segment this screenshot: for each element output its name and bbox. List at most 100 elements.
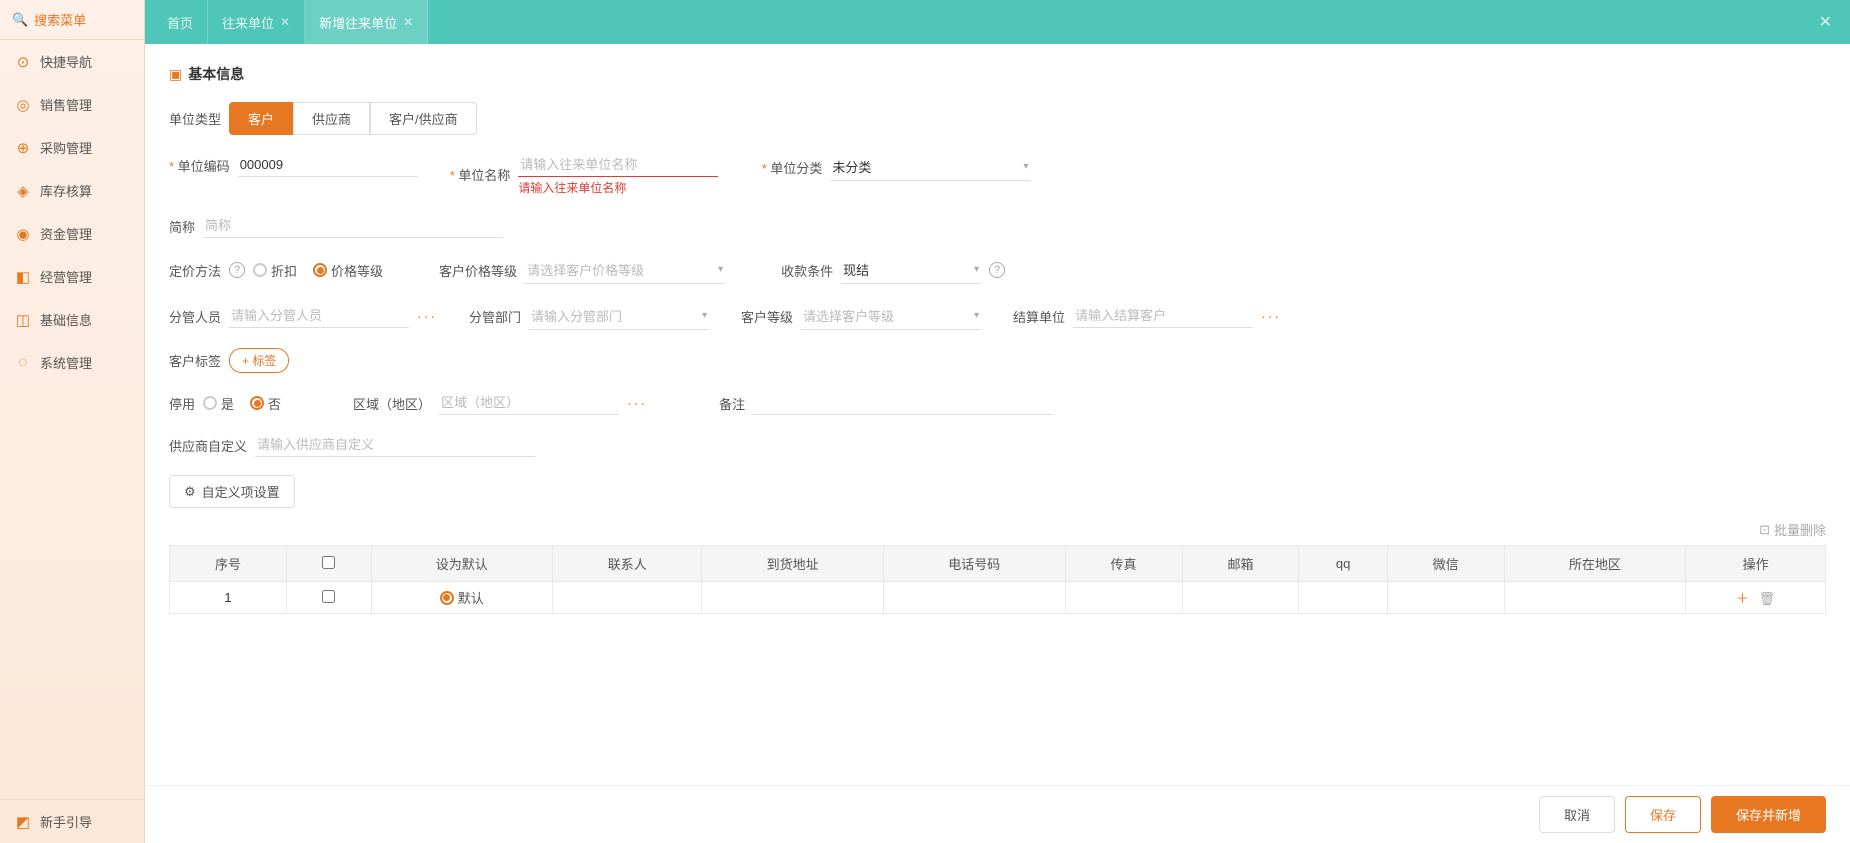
- cancel-button[interactable]: 取消: [1539, 796, 1615, 833]
- unit-name-error: 请输入往来单位名称: [518, 179, 718, 196]
- col-phone: 电话号码: [883, 546, 1065, 582]
- sidebar-item-finance[interactable]: ◉ 资金管理: [0, 212, 144, 255]
- customer-level-select[interactable]: 请选择客户等级 ▾: [801, 302, 981, 330]
- row-qq[interactable]: [1299, 582, 1387, 614]
- settlement-unit-input[interactable]: [1073, 304, 1253, 328]
- row-delete-icon[interactable]: 🗑: [1759, 591, 1776, 606]
- save-new-button[interactable]: 保存并新增: [1711, 796, 1826, 833]
- supplier-custom-row: 供应商自定义: [169, 433, 1826, 457]
- col-checkbox[interactable]: [286, 546, 371, 582]
- sidebar-item-guide[interactable]: ◩ 新手引导: [0, 799, 144, 843]
- col-contact: 联系人: [553, 546, 702, 582]
- manager-input[interactable]: [229, 304, 409, 328]
- tab-new-partner[interactable]: 新增往来单位 ✕: [305, 0, 428, 44]
- unit-code-label: 单位编码: [169, 156, 230, 175]
- row-default-radio[interactable]: 默认: [380, 588, 545, 607]
- tab-partner[interactable]: 往来单位 ✕: [208, 0, 305, 44]
- col-fax: 传真: [1065, 546, 1182, 582]
- window-close-icon[interactable]: ✕: [1809, 12, 1842, 32]
- col-default: 设为默认: [371, 546, 553, 582]
- customer-tag-field: 客户标签 + 标签: [169, 348, 289, 373]
- disable-yes-circle: [203, 396, 217, 410]
- table-row: 1 默认: [170, 582, 1826, 614]
- supplier-custom-input[interactable]: [255, 433, 535, 457]
- custom-settings-button[interactable]: ⚙ 自定义项设置: [169, 475, 295, 508]
- sidebar-item-purchase[interactable]: ⊕ 采购管理: [0, 126, 144, 169]
- row-email[interactable]: [1182, 582, 1299, 614]
- col-seq: 序号: [170, 546, 287, 582]
- pricing-discount-circle: [253, 263, 267, 277]
- unit-btn-both[interactable]: 客户/供应商: [370, 102, 477, 135]
- unit-category-chevron: ▾: [1023, 161, 1028, 172]
- section-icon: ▣: [169, 66, 182, 83]
- disable-yes-radio[interactable]: 是: [203, 394, 234, 413]
- unit-category-value: 未分类: [832, 157, 1019, 176]
- sidebar-item-operations[interactable]: ◧ 经营管理: [0, 255, 144, 298]
- sidebar-item-basic-info[interactable]: ◫ 基础信息: [0, 298, 144, 341]
- row-address[interactable]: [702, 582, 884, 614]
- row-phone[interactable]: [883, 582, 1065, 614]
- guide-icon: ◩: [14, 813, 32, 831]
- unit-type-label: 单位类型: [169, 109, 221, 128]
- payment-terms-select[interactable]: 现结 ▾: [841, 256, 981, 284]
- sales-icon: ◎: [14, 96, 32, 114]
- unit-name-input[interactable]: [518, 153, 718, 177]
- unit-code-field: 单位编码 000009: [169, 153, 418, 177]
- dept-placeholder: 请输入分管部门: [531, 306, 698, 325]
- sidebar-item-inventory[interactable]: ◈ 库存核算: [0, 169, 144, 212]
- row-add-icon[interactable]: ＋: [1736, 591, 1749, 606]
- payment-terms-label: 收款条件: [781, 261, 833, 280]
- disable-no-radio[interactable]: 否: [250, 394, 281, 413]
- region-more-btn[interactable]: ···: [627, 395, 647, 411]
- dept-chevron: ▾: [702, 310, 707, 321]
- short-name-input[interactable]: [203, 214, 503, 238]
- tab-new-partner-close[interactable]: ✕: [403, 15, 413, 29]
- row-wechat[interactable]: [1387, 582, 1504, 614]
- unit-btn-customer[interactable]: 客户: [229, 102, 293, 135]
- unit-code-input[interactable]: 000009: [238, 153, 418, 177]
- manager-more-btn[interactable]: ···: [417, 308, 437, 324]
- unit-btn-supplier[interactable]: 供应商: [293, 102, 370, 135]
- pricing-price-level-radio[interactable]: 价格等级: [313, 261, 383, 280]
- payment-terms-help-icon[interactable]: ?: [989, 262, 1005, 278]
- pricing-price-level-circle: [313, 263, 327, 277]
- settlement-unit-label: 结算单位: [1013, 307, 1065, 326]
- row-region[interactable]: [1504, 582, 1686, 614]
- row-default[interactable]: 默认: [371, 582, 553, 614]
- customer-tag-label: 客户标签: [169, 351, 221, 370]
- sidebar-search[interactable]: 🔍 搜索菜单: [0, 0, 144, 40]
- row-fax[interactable]: [1065, 582, 1182, 614]
- region-input[interactable]: [439, 391, 619, 415]
- tab-home[interactable]: 首页: [153, 0, 208, 44]
- settlement-unit-more-btn[interactable]: ···: [1261, 308, 1281, 324]
- row-checkbox[interactable]: [286, 582, 371, 614]
- pricing-discount-radio[interactable]: 折扣: [253, 261, 297, 280]
- customer-price-field: 客户价格等级 请选择客户价格等级 ▾: [439, 256, 725, 284]
- settings-gear-icon: ⚙: [184, 484, 196, 500]
- region-label: 区域（地区）: [353, 394, 431, 413]
- section-header: ▣ 基本信息: [169, 64, 1826, 84]
- pricing-help-icon[interactable]: ?: [229, 262, 245, 278]
- row-operations: ＋ 🗑: [1686, 582, 1826, 614]
- sidebar-item-quick-nav[interactable]: ⊙ 快捷导航: [0, 40, 144, 83]
- pricing-method-label: 定价方法: [169, 261, 221, 280]
- unit-category-label: 单位分类: [762, 158, 823, 177]
- dept-select[interactable]: 请输入分管部门 ▾: [529, 302, 709, 330]
- tab-partner-close[interactable]: ✕: [280, 15, 290, 29]
- customer-price-label: 客户价格等级: [439, 261, 517, 280]
- customer-price-select[interactable]: 请选择客户价格等级 ▾: [525, 256, 725, 284]
- sidebar-item-sales[interactable]: ◎ 销售管理: [0, 83, 144, 126]
- remark-input[interactable]: [753, 391, 1053, 415]
- batch-delete-button[interactable]: ⊡ 批量删除: [1759, 520, 1826, 539]
- add-tag-button[interactable]: + 标签: [229, 348, 289, 373]
- remark-label: 备注: [719, 394, 745, 413]
- col-qq: qq: [1299, 546, 1387, 582]
- sidebar-item-system[interactable]: ◌ 系统管理: [0, 341, 144, 384]
- unit-category-select[interactable]: 未分类 ▾: [830, 153, 1030, 181]
- save-button[interactable]: 保存: [1625, 796, 1701, 833]
- row-contact[interactable]: [553, 582, 702, 614]
- row-checkbox-input[interactable]: [322, 590, 335, 603]
- table-actions: ⊡ 批量删除: [169, 520, 1826, 539]
- customer-tag-row: 客户标签 + 标签: [169, 348, 1826, 373]
- select-all-checkbox[interactable]: [322, 556, 335, 569]
